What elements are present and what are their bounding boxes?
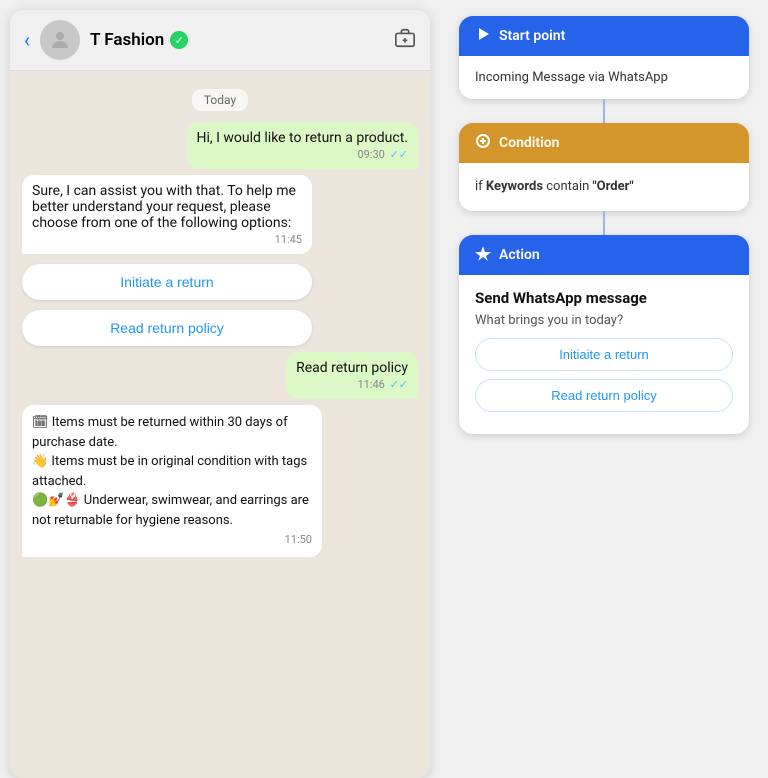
condition-icon — [475, 133, 491, 153]
quick-reply-initiate[interactable]: Initiate a return — [22, 264, 312, 300]
message-time: 09:30 ✓✓ — [197, 148, 409, 161]
flow-connector-2 — [603, 211, 605, 235]
chat-body: Today Hi, I would like to return a produ… — [10, 71, 430, 778]
start-label: Start point — [499, 28, 565, 44]
flow-node-action-body: Send WhatsApp message What brings you in… — [459, 275, 749, 434]
date-label: Today — [22, 89, 418, 108]
chat-name-row: T Fashion ✓ — [90, 30, 384, 50]
flow-connector-1 — [603, 99, 605, 123]
chat-header: ‹ T Fashion ✓ — [10, 10, 430, 71]
flow-node-start-header: Start point — [459, 16, 749, 56]
avatar — [40, 20, 80, 60]
action-title: Send WhatsApp message — [475, 289, 733, 307]
header-icons — [394, 27, 416, 54]
message-text: Read return policy — [296, 360, 408, 376]
message-incoming-policy: 🗓 Items must be returned within 30 days … — [22, 405, 322, 557]
read-ticks: ✓✓ — [390, 148, 408, 161]
condition-if: if — [475, 179, 486, 194]
condition-value: "Order" — [593, 179, 634, 194]
message-outgoing-1: Hi, I would like to return a product. 09… — [187, 122, 419, 169]
message-outgoing-2: Read return policy 11:46 ✓✓ — [286, 352, 418, 399]
condition-text: if Keywords contain "Order" — [475, 177, 733, 197]
action-icon — [475, 245, 491, 265]
flow-node-start: Start point Incoming Message via WhatsAp… — [459, 16, 749, 99]
back-button[interactable]: ‹ — [24, 28, 30, 52]
action-subtitle: What brings you in today? — [475, 313, 733, 328]
verified-badge: ✓ — [170, 31, 188, 49]
flow-node-start-body: Incoming Message via WhatsApp — [459, 56, 749, 99]
read-ticks: ✓✓ — [390, 378, 408, 391]
condition-field: Keywords — [486, 179, 543, 194]
flow-node-condition-body: if Keywords contain "Order" — [459, 163, 749, 211]
message-time: 11:46 ✓✓ — [296, 378, 408, 391]
action-button-initiate[interactable]: Initiaite a return — [475, 338, 733, 371]
contact-name: T Fashion — [90, 30, 164, 50]
flow-node-condition-header: Condition — [459, 123, 749, 163]
message-text: Hi, I would like to return a product. — [197, 130, 409, 146]
policy-line-3: 🟢💅👙 Underwear, swimwear, and earrings ar… — [32, 491, 312, 530]
flow-node-condition: Condition if Keywords contain "Order" — [459, 123, 749, 211]
policy-line-2: 👋 Items must be in original condition wi… — [32, 452, 312, 491]
start-icon — [475, 26, 491, 46]
quick-reply-policy[interactable]: Read return policy — [22, 310, 312, 346]
quick-replies: Initiate a return Read return policy — [22, 260, 312, 346]
action-button-policy[interactable]: Read return policy — [475, 379, 733, 412]
store-icon[interactable] — [394, 27, 416, 54]
flow-node-action-header: Action — [459, 235, 749, 275]
policy-line-1: 🗓 Items must be returned within 30 days … — [32, 413, 312, 452]
message-time: 11:50 — [32, 532, 312, 549]
message-time: 11:45 — [32, 233, 302, 246]
message-incoming-1: Sure, I can assist you with that. To hel… — [22, 175, 312, 254]
chat-panel: ‹ T Fashion ✓ — [10, 10, 430, 778]
flow-panel: Start point Incoming Message via WhatsAp… — [440, 0, 768, 768]
message-text: Sure, I can assist you with that. To hel… — [32, 183, 296, 231]
condition-op: contain — [543, 179, 593, 194]
action-label: Action — [499, 247, 540, 263]
flow-node-action: Action Send WhatsApp message What brings… — [459, 235, 749, 434]
start-body-text: Incoming Message via WhatsApp — [475, 70, 668, 85]
condition-label: Condition — [499, 135, 560, 151]
